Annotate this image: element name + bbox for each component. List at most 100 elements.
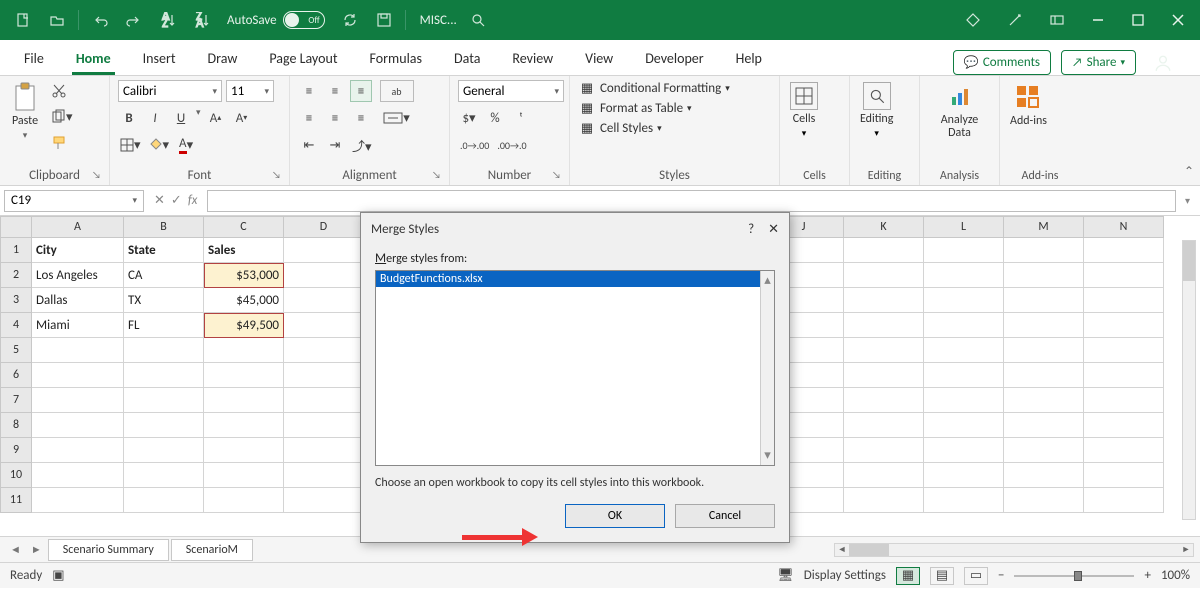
cell[interactable] — [284, 388, 364, 413]
tab-view[interactable]: View — [581, 50, 617, 75]
conditional-formatting-button[interactable]: ▦Conditional Formatting▾ — [578, 80, 730, 96]
format-as-table-button[interactable]: ▦Format as Table▾ — [578, 100, 730, 116]
borders-button[interactable]: ▾ — [118, 134, 143, 156]
cell[interactable] — [1004, 263, 1084, 288]
zoom-slider[interactable] — [1014, 575, 1134, 577]
cell[interactable] — [1084, 438, 1164, 463]
font-name-combo[interactable]: Calibri▾ — [118, 80, 222, 102]
format-painter-button[interactable] — [48, 132, 70, 154]
cell[interactable]: $49,500 — [204, 313, 284, 338]
currency-button[interactable]: $▾ — [458, 107, 480, 129]
view-page-layout-button[interactable]: ▤ — [930, 567, 954, 585]
tab-review[interactable]: Review — [508, 50, 557, 75]
wrap-text-button[interactable]: ab — [380, 80, 414, 102]
col-header[interactable]: K — [844, 216, 924, 238]
listbox-scrollbar[interactable]: ▴▾ — [760, 271, 774, 465]
cell[interactable] — [1004, 413, 1084, 438]
cell[interactable] — [284, 288, 364, 313]
cell[interactable] — [32, 488, 124, 513]
shrink-font-button[interactable]: A▾ — [231, 107, 253, 129]
cancel-button[interactable]: Cancel — [675, 504, 775, 528]
cell[interactable] — [1084, 288, 1164, 313]
comments-button[interactable]: 💬Comments — [953, 50, 1051, 75]
cell[interactable] — [32, 413, 124, 438]
cell[interactable] — [124, 438, 204, 463]
cell[interactable] — [844, 288, 924, 313]
align-top-button[interactable]: ≡ — [298, 80, 320, 102]
cell[interactable] — [844, 438, 924, 463]
cell[interactable]: CA — [124, 263, 204, 288]
cell[interactable] — [32, 463, 124, 488]
row-header[interactable]: 7 — [0, 388, 32, 413]
row-header[interactable]: 6 — [0, 363, 32, 388]
dialog-close-button[interactable]: ✕ — [768, 222, 779, 237]
sheet-tab[interactable]: Scenario Summary — [48, 539, 169, 561]
cell[interactable] — [844, 488, 924, 513]
list-item[interactable]: BudgetFunctions.xlsx — [376, 271, 774, 287]
row-header[interactable]: 8 — [0, 413, 32, 438]
ok-button[interactable]: OK — [565, 504, 665, 528]
col-header[interactable]: A — [32, 216, 124, 238]
cut-button[interactable] — [48, 80, 70, 102]
increase-indent-button[interactable]: ⇥ — [324, 134, 346, 156]
cell[interactable] — [924, 413, 1004, 438]
row-header[interactable]: 4 — [0, 313, 32, 338]
cell[interactable] — [924, 338, 1004, 363]
cell[interactable] — [1004, 438, 1084, 463]
cell[interactable] — [924, 263, 1004, 288]
underline-button[interactable]: U — [170, 107, 192, 129]
maximize-button[interactable] — [1122, 8, 1154, 32]
cell[interactable] — [924, 313, 1004, 338]
ribbon-display-icon[interactable] — [1046, 9, 1068, 31]
cell[interactable] — [1084, 413, 1164, 438]
cell[interactable] — [124, 338, 204, 363]
cell[interactable] — [32, 438, 124, 463]
col-header[interactable]: D — [284, 216, 364, 238]
tab-home[interactable]: Home — [72, 50, 115, 75]
paste-button[interactable]: Paste ▾ — [8, 80, 42, 143]
tab-developer[interactable]: Developer — [641, 50, 707, 75]
align-right-button[interactable]: ≡ — [350, 107, 372, 129]
cancel-formula-icon[interactable]: ✕ — [154, 193, 165, 208]
cell[interactable] — [124, 413, 204, 438]
save-icon[interactable] — [373, 9, 395, 31]
cell[interactable] — [924, 463, 1004, 488]
sort-desc-icon[interactable]: ZA — [191, 9, 213, 31]
cell[interactable]: State — [124, 238, 204, 263]
cell[interactable] — [204, 488, 284, 513]
fill-color-button[interactable]: ▾ — [147, 134, 172, 156]
cell[interactable] — [1084, 313, 1164, 338]
account-icon[interactable] — [1152, 52, 1174, 74]
cell[interactable] — [1004, 488, 1084, 513]
copy-button[interactable]: ▾ — [48, 106, 75, 128]
dialog-titlebar[interactable]: Merge Styles ? ✕ — [361, 213, 789, 245]
cell[interactable] — [924, 388, 1004, 413]
percent-button[interactable]: % — [484, 107, 506, 129]
sheet-tab[interactable]: ScenarioM — [171, 539, 253, 561]
cell[interactable] — [1004, 238, 1084, 263]
dialog-help-button[interactable]: ? — [748, 222, 754, 237]
row-header[interactable]: 5 — [0, 338, 32, 363]
cell[interactable] — [1084, 463, 1164, 488]
row-header[interactable]: 1 — [0, 238, 32, 263]
cell[interactable] — [924, 363, 1004, 388]
cell[interactable] — [924, 438, 1004, 463]
cell[interactable] — [204, 463, 284, 488]
col-header[interactable]: L — [924, 216, 1004, 238]
align-bottom-button[interactable]: ≡ — [350, 80, 372, 102]
tab-page-layout[interactable]: Page Layout — [265, 50, 341, 75]
cell[interactable]: Miami — [32, 313, 124, 338]
cell[interactable] — [32, 388, 124, 413]
sort-asc-icon[interactable]: AZ — [157, 9, 179, 31]
launcher-icon[interactable]: ↘ — [272, 168, 281, 181]
font-color-button[interactable]: A▾ — [175, 134, 197, 156]
zoom-in-button[interactable]: + — [1144, 568, 1150, 583]
cell[interactable] — [1084, 488, 1164, 513]
cell[interactable] — [844, 463, 924, 488]
cell[interactable] — [844, 238, 924, 263]
cell[interactable] — [204, 363, 284, 388]
comma-button[interactable]: ᵗ — [510, 107, 532, 129]
grow-font-button[interactable]: A▴ — [205, 107, 227, 129]
minimize-button[interactable] — [1082, 8, 1114, 32]
vertical-scrollbar[interactable] — [1182, 240, 1196, 520]
